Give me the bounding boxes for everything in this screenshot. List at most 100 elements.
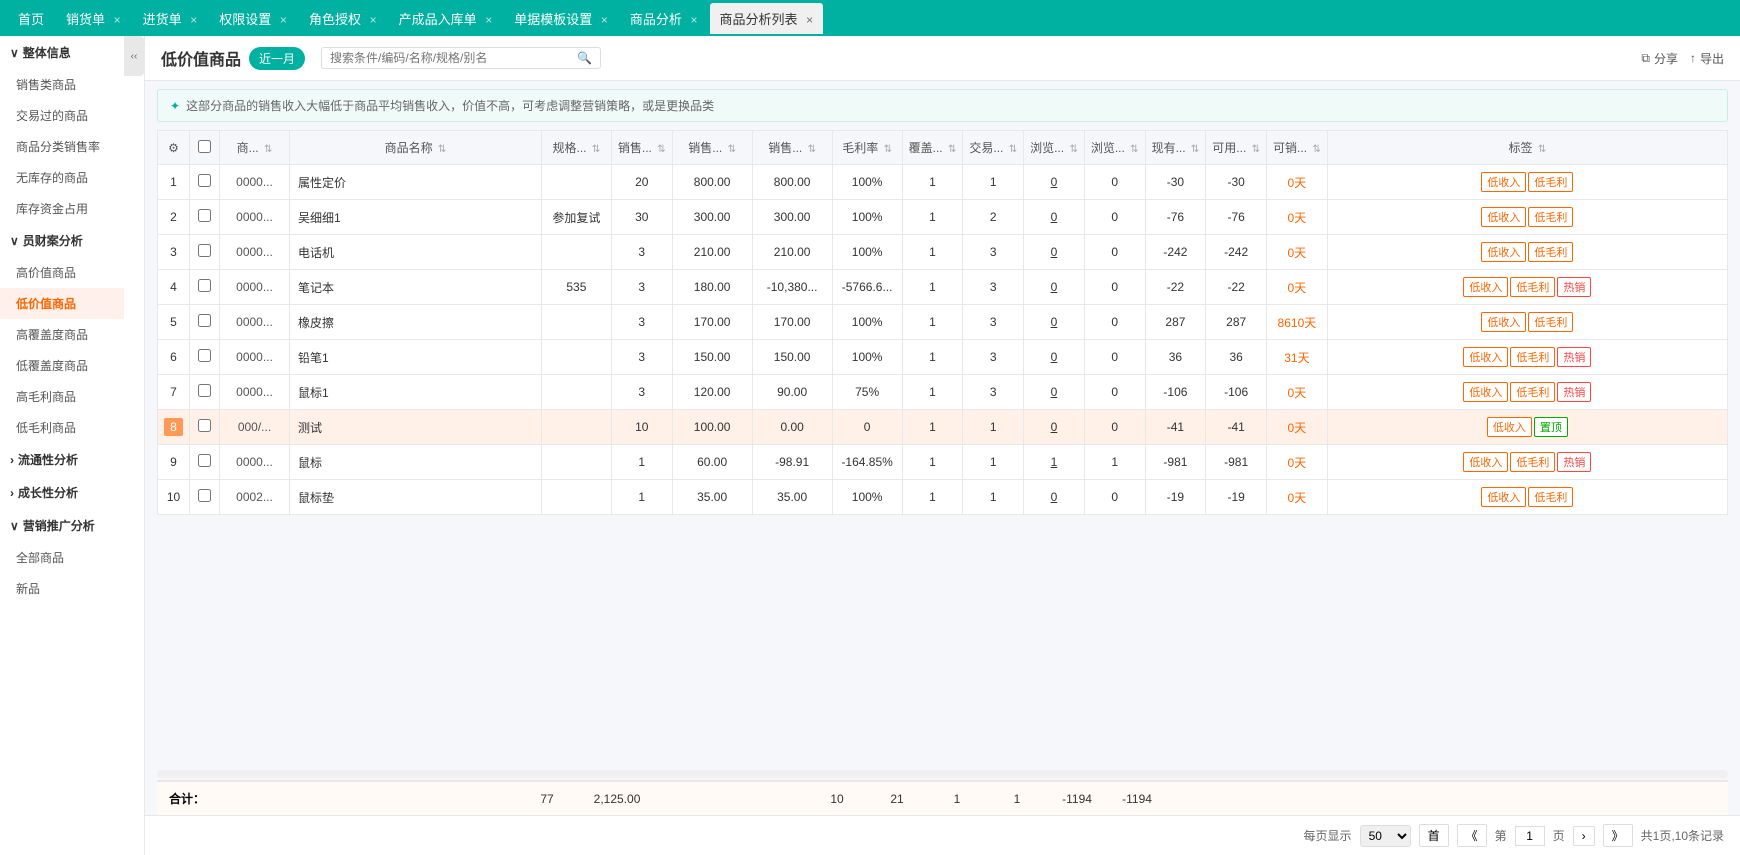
row-checkbox[interactable] xyxy=(190,305,220,340)
th-view1[interactable]: 浏览... ⇅ xyxy=(1024,131,1085,165)
sidebar-item-new-goods[interactable]: 新品 xyxy=(0,573,124,604)
row-view1[interactable]: 0 xyxy=(1024,235,1085,270)
search-input[interactable] xyxy=(330,51,577,65)
row-select-checkbox[interactable] xyxy=(198,314,211,327)
row-select-checkbox[interactable] xyxy=(198,174,211,187)
nav-analysis-close[interactable]: × xyxy=(690,13,697,27)
sidebar-group-growth[interactable]: › 成长性分析 xyxy=(0,476,124,509)
row-select-checkbox[interactable] xyxy=(198,419,211,432)
view1-link[interactable]: 1 xyxy=(1051,455,1058,469)
prev-page-button[interactable]: 《 xyxy=(1457,824,1487,847)
row-checkbox[interactable] xyxy=(190,165,220,200)
row-checkbox[interactable] xyxy=(190,480,220,515)
sidebar-item-traded-goods[interactable]: 交易过的商品 xyxy=(0,100,124,131)
view1-link[interactable]: 0 xyxy=(1051,420,1058,434)
th-margin[interactable]: 毛利率 ⇅ xyxy=(832,131,902,165)
sidebar-item-all-goods[interactable]: 全部商品 xyxy=(0,542,124,573)
nav-purchase[interactable]: 进货单 × xyxy=(133,3,208,34)
page-size-select[interactable]: 50 100 200 xyxy=(1360,825,1411,847)
row-view1[interactable]: 0 xyxy=(1024,410,1085,445)
nav-roles[interactable]: 角色授权 × xyxy=(299,3,387,34)
th-code[interactable]: 商... ⇅ xyxy=(220,131,290,165)
th-sales1[interactable]: 销售... ⇅ xyxy=(611,131,672,165)
row-select-checkbox[interactable] xyxy=(198,279,211,292)
view1-link[interactable]: 0 xyxy=(1051,280,1058,294)
th-sales3[interactable]: 销售... ⇅ xyxy=(752,131,832,165)
nav-templates[interactable]: 单据模板设置 × xyxy=(504,3,618,34)
row-view1[interactable]: 0 xyxy=(1024,305,1085,340)
scrollbar[interactable] xyxy=(157,770,1728,778)
sidebar-item-low-coverage[interactable]: 低覆盖度商品 xyxy=(0,350,124,381)
nav-analysis-list-close[interactable]: × xyxy=(806,13,813,27)
nav-sales[interactable]: 销货单 × xyxy=(56,3,131,34)
th-current[interactable]: 现有... ⇅ xyxy=(1145,131,1206,165)
page-input[interactable] xyxy=(1515,826,1545,846)
nav-permissions[interactable]: 权限设置 × xyxy=(209,3,297,34)
row-select-checkbox[interactable] xyxy=(198,244,211,257)
row-select-checkbox[interactable] xyxy=(198,454,211,467)
row-checkbox[interactable] xyxy=(190,340,220,375)
sidebar-collapse-btn[interactable]: ‹‹ xyxy=(124,36,144,76)
row-checkbox[interactable] xyxy=(190,445,220,480)
sidebar-group-flow[interactable]: › 流通性分析 xyxy=(0,443,124,476)
sidebar-item-low-margin[interactable]: 低毛利商品 xyxy=(0,412,124,443)
search-icon[interactable]: 🔍 xyxy=(577,51,592,65)
row-view1[interactable]: 0 xyxy=(1024,340,1085,375)
nav-roles-close[interactable]: × xyxy=(370,13,377,27)
view1-link[interactable]: 0 xyxy=(1051,385,1058,399)
nav-templates-close[interactable]: × xyxy=(601,13,608,27)
nav-products-close[interactable]: × xyxy=(485,13,492,27)
row-view1[interactable]: 0 xyxy=(1024,270,1085,305)
period-button[interactable]: 近一月 xyxy=(249,47,305,70)
row-select-checkbox[interactable] xyxy=(198,349,211,362)
view1-link[interactable]: 0 xyxy=(1051,350,1058,364)
export-button[interactable]: ↑ 导出 xyxy=(1690,50,1724,67)
sidebar-group-finance[interactable]: ∨ 员财案分析 xyxy=(0,224,124,257)
th-available[interactable]: 可用... ⇅ xyxy=(1206,131,1267,165)
sidebar-item-high-margin[interactable]: 高毛利商品 xyxy=(0,381,124,412)
sidebar-item-stock-fund[interactable]: 库存资金占用 xyxy=(0,193,124,224)
nav-sales-close[interactable]: × xyxy=(114,13,121,27)
table-wrapper[interactable]: ⚙ 商... ⇅ 商品名称 ⇅ 规格... ⇅ 销售... ⇅ 销售... ⇅ … xyxy=(157,130,1728,770)
nav-permissions-close[interactable]: × xyxy=(280,13,287,27)
row-view1[interactable]: 1 xyxy=(1024,445,1085,480)
first-page-button[interactable]: 首 xyxy=(1419,824,1449,847)
last-page-button[interactable]: 》 xyxy=(1603,824,1633,847)
nav-purchase-close[interactable]: × xyxy=(190,13,197,27)
row-view1[interactable]: 0 xyxy=(1024,480,1085,515)
sidebar-item-high-coverage[interactable]: 高覆盖度商品 xyxy=(0,319,124,350)
row-checkbox[interactable] xyxy=(190,200,220,235)
th-checkbox[interactable] xyxy=(190,131,220,165)
row-checkbox[interactable] xyxy=(190,270,220,305)
row-checkbox[interactable] xyxy=(190,235,220,270)
select-all-checkbox[interactable] xyxy=(198,140,211,153)
sidebar-item-sales-goods[interactable]: 销售类商品 xyxy=(0,69,124,100)
sidebar-item-high-value[interactable]: 高价值商品 xyxy=(0,257,124,288)
row-view1[interactable]: 0 xyxy=(1024,200,1085,235)
row-view1[interactable]: 0 xyxy=(1024,375,1085,410)
view1-link[interactable]: 0 xyxy=(1051,245,1058,259)
view1-link[interactable]: 0 xyxy=(1051,490,1058,504)
sidebar-group-marketing[interactable]: ∨ 营销推广分析 xyxy=(0,509,124,542)
view1-link[interactable]: 0 xyxy=(1051,315,1058,329)
row-select-checkbox[interactable] xyxy=(198,384,211,397)
th-tags[interactable]: 标签 ⇅ xyxy=(1327,131,1727,165)
row-select-checkbox[interactable] xyxy=(198,209,211,222)
th-settings[interactable]: ⚙ xyxy=(158,131,190,165)
row-checkbox[interactable] xyxy=(190,410,220,445)
nav-home[interactable]: 首页 xyxy=(8,3,54,34)
sidebar-item-low-value[interactable]: 低价值商品 xyxy=(0,288,124,319)
th-view2[interactable]: 浏览... ⇅ xyxy=(1084,131,1145,165)
next-page-button[interactable]: › xyxy=(1573,826,1595,846)
nav-analysis-list[interactable]: 商品分析列表 × xyxy=(710,3,824,34)
th-saleable[interactable]: 可销... ⇅ xyxy=(1267,131,1328,165)
view1-link[interactable]: 0 xyxy=(1051,210,1058,224)
row-select-checkbox[interactable] xyxy=(198,489,211,502)
sidebar-group-general[interactable]: ∨ 整体信息 xyxy=(0,36,124,69)
row-view1[interactable]: 0 xyxy=(1024,165,1085,200)
view1-link[interactable]: 0 xyxy=(1051,175,1058,189)
th-name[interactable]: 商品名称 ⇅ xyxy=(290,131,542,165)
share-button[interactable]: ⧉ 分享 xyxy=(1641,50,1678,67)
sidebar-item-category-sales[interactable]: 商品分类销售率 xyxy=(0,131,124,162)
sidebar-item-no-stock[interactable]: 无库存的商品 xyxy=(0,162,124,193)
